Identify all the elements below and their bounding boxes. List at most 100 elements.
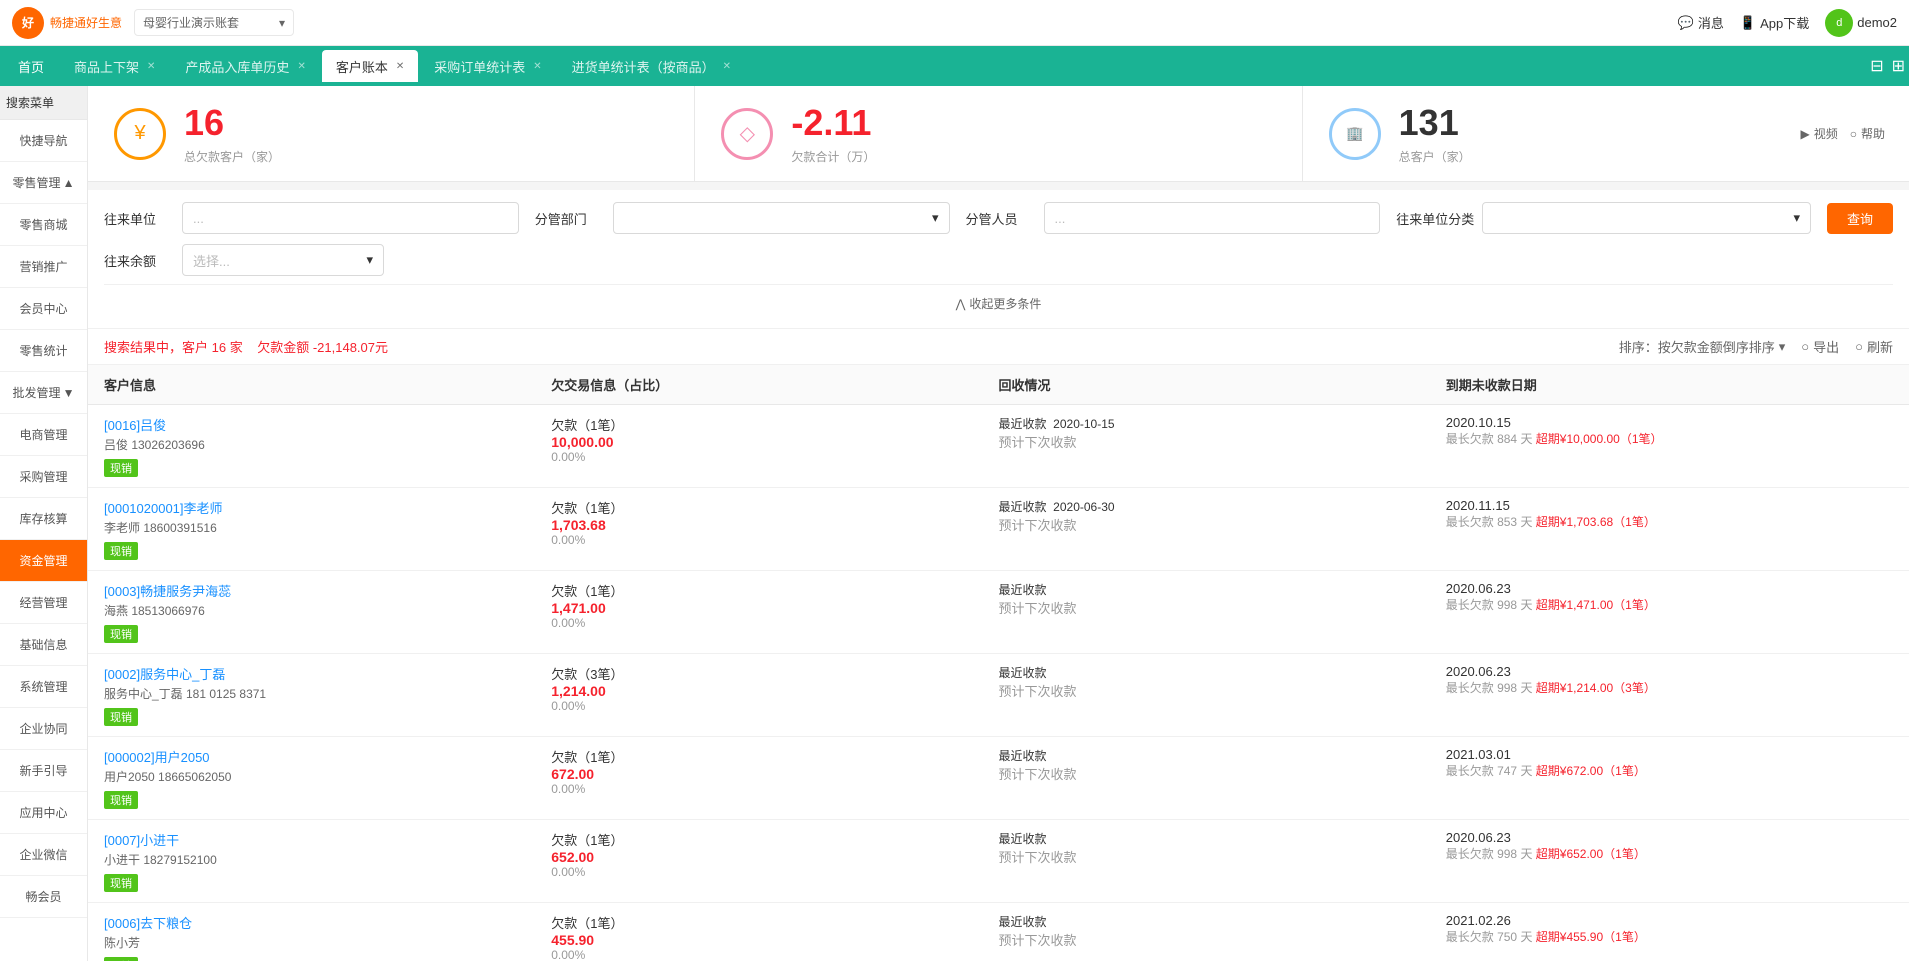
overdue-detail-link[interactable]: 超期¥455.90（1笔）: [1536, 930, 1646, 944]
balance-select[interactable]: 选择... ▾: [182, 244, 384, 276]
header-customer-info: 客户信息: [104, 375, 551, 394]
debt-info-cell: 欠款（3笔） 1,214.00 0.00%: [551, 664, 998, 713]
total-customers-label: 总客户（家）: [1399, 148, 1471, 165]
avatar: d: [1825, 9, 1853, 37]
sidebar-item-retail-mgmt[interactable]: 零售管理 ▲: [0, 162, 87, 204]
logo-icon: 好: [12, 7, 44, 39]
customer-name-link[interactable]: [0001020001]李老师: [104, 501, 223, 516]
customer-name-link[interactable]: [0006]去下粮仓: [104, 916, 192, 931]
sidebar-item-app-center[interactable]: 应用中心: [0, 792, 87, 834]
sidebar-item-search-menu[interactable]: 搜索菜单: [0, 86, 87, 120]
filter-area: 往来单位 ... 分管部门 ▾ 分管人员 ...: [88, 190, 1909, 329]
stat-card-debt-total: ◇ -2.11 欠款合计（万）: [695, 86, 1302, 181]
debt-info-cell: 欠款（1笔） 455.90 0.00%: [551, 913, 998, 961]
export-button[interactable]: ○ 导出: [1801, 337, 1839, 356]
tab-product-online-offline[interactable]: 商品上下架 ✕: [60, 50, 169, 82]
from-unit-input[interactable]: ...: [182, 202, 519, 234]
close-tab-inbound-stats[interactable]: ✕: [723, 61, 731, 72]
tenant-selector[interactable]: 母婴行业演示账套 ▾: [134, 9, 294, 36]
header-collection: 回收情况: [999, 375, 1446, 394]
message-button[interactable]: 💬 消息: [1678, 13, 1724, 32]
refresh-button[interactable]: ○ 刷新: [1855, 337, 1893, 356]
sidebar-item-batch-mgmt[interactable]: 批发管理 ▼: [0, 372, 87, 414]
sidebar-item-ecommerce-mgmt[interactable]: 电商管理: [0, 414, 87, 456]
sidebar-item-new-guide[interactable]: 新手引导: [0, 750, 87, 792]
tab-home[interactable]: 首页: [4, 50, 58, 82]
customer-name-link[interactable]: [0016]吕俊: [104, 418, 166, 433]
tab-product-inbound-history[interactable]: 产成品入库单历史 ✕: [171, 50, 319, 82]
table-row: [0007]小进干 小进干 18279152100 现销 欠款（1笔） 652.…: [88, 820, 1909, 903]
customer-info-cell: [0006]去下粮仓 陈小芳 现销: [104, 913, 551, 961]
customer-tag: 现销: [104, 459, 138, 477]
total-customers-icon: 🏢: [1327, 106, 1383, 162]
message-icon: 💬: [1678, 15, 1694, 31]
customer-info-cell: [0002]服务中心_丁磊 服务中心_丁磊 181 0125 8371 现销: [104, 664, 551, 726]
due-date-cell: 2020.11.15 最长欠款 853 天 超期¥1,703.68（1笔）: [1446, 498, 1893, 530]
collection-cell: 最近收款 预计下次收款: [999, 830, 1446, 866]
dept-select[interactable]: ▾: [613, 202, 950, 234]
sidebar-item-marketing[interactable]: 营销推广: [0, 246, 87, 288]
video-icon: ▶: [1800, 127, 1809, 141]
overdue-detail-link[interactable]: 超期¥652.00（1笔）: [1536, 847, 1646, 861]
sidebar-item-basic-info[interactable]: 基础信息: [0, 624, 87, 666]
collapse-filter-button[interactable]: ⋀ 收起更多条件: [952, 291, 1046, 316]
overdue-detail-link[interactable]: 超期¥10,000.00（1笔）: [1536, 432, 1663, 446]
table-row: [0006]去下粮仓 陈小芳 现销 欠款（1笔） 455.90 0.00% 最近…: [88, 903, 1909, 961]
sidebar-item-member-center[interactable]: 会员中心: [0, 288, 87, 330]
customer-name-link[interactable]: [000002]用户2050: [104, 750, 210, 765]
collection-cell: 最近收款 预计下次收款: [999, 913, 1446, 949]
overdue-detail-link[interactable]: 超期¥672.00（1笔）: [1536, 764, 1646, 778]
customer-info-cell: [0001020001]李老师 李老师 18600391516 现销: [104, 498, 551, 560]
chevron-down-icon: ▾: [1793, 210, 1800, 226]
sidebar-item-quick-nav[interactable]: 快捷导航: [0, 120, 87, 162]
close-tab-purchase-order-stats[interactable]: ✕: [533, 61, 541, 72]
due-date-cell: 2020.06.23 最长欠款 998 天 超期¥1,214.00（3笔）: [1446, 664, 1893, 696]
overdue-detail-link[interactable]: 超期¥1,703.68（1笔）: [1536, 515, 1656, 529]
close-tab-product-online-offline[interactable]: ✕: [147, 61, 155, 72]
sidebar: 搜索菜单 快捷导航 零售管理 ▲ 零售商城 营销推广 会员中心 零售统计 批发管…: [0, 86, 88, 961]
customer-name-link[interactable]: [0003]畅捷服务尹海蕊: [104, 584, 231, 599]
maximize-button[interactable]: ⊞: [1892, 56, 1905, 76]
sidebar-item-purchase-mgmt[interactable]: 采购管理: [0, 456, 87, 498]
sidebar-item-inventory-check[interactable]: 库存核算: [0, 498, 87, 540]
sidebar-item-capital-mgmt[interactable]: 资金管理: [0, 540, 87, 582]
unit-type-select[interactable]: ▾: [1482, 202, 1811, 234]
top-bar: 好 畅捷通好生意 母婴行业演示账套 ▾ 💬 消息 📱 App下载 d demo2: [0, 0, 1909, 46]
person-input[interactable]: ...: [1044, 202, 1381, 234]
result-summary: 搜索结果中，客户 16 家 欠款金额 -21,148.07元: [104, 337, 388, 356]
help-button[interactable]: ○ 帮助: [1850, 125, 1885, 142]
chevron-down-icon: ▾: [932, 210, 939, 226]
sidebar-item-ops-mgmt[interactable]: 经营管理: [0, 582, 87, 624]
tab-purchase-order-stats[interactable]: 采购订单统计表 ✕: [420, 50, 555, 82]
debt-total-label: 欠款合计（万）: [791, 148, 1277, 165]
tab-inbound-stats[interactable]: 进货单统计表（按商品） ✕: [558, 50, 745, 82]
debt-info-cell: 欠款（1笔） 672.00 0.00%: [551, 747, 998, 796]
nav-right-buttons: ⊟ ⊞: [1870, 56, 1905, 76]
help-icon: ○: [1850, 127, 1857, 141]
sort-selector[interactable]: 排序：按欠款金额倒序排序 ▾: [1619, 337, 1786, 356]
user-menu[interactable]: d demo2: [1825, 9, 1897, 37]
sidebar-item-retail-mall[interactable]: 零售商城: [0, 204, 87, 246]
sidebar-item-retail-stats[interactable]: 零售统计: [0, 330, 87, 372]
sidebar-item-enterprise-collab[interactable]: 企业协同: [0, 708, 87, 750]
debt-info-cell: 欠款（1笔） 1,703.68 0.00%: [551, 498, 998, 547]
content-area: ¥ 16 总欠款客户（家） ◇ -2.11 欠款合计（万）: [88, 86, 1909, 961]
video-help-button[interactable]: ▶ 视频: [1800, 125, 1837, 142]
collection-cell: 最近收款 2020-10-15 预计下次收款: [999, 415, 1446, 451]
sidebar-item-enterprise-wechat[interactable]: 企业微信: [0, 834, 87, 876]
close-tab-product-inbound-history[interactable]: ✕: [297, 61, 305, 72]
sidebar-item-member-vip[interactable]: 畅会员: [0, 876, 87, 918]
minimize-button[interactable]: ⊟: [1870, 56, 1883, 76]
customer-name-link[interactable]: [0002]服务中心_丁磊: [104, 667, 225, 682]
sidebar-item-system-mgmt[interactable]: 系统管理: [0, 666, 87, 708]
tab-customer-account[interactable]: 客户账本 ✕: [322, 50, 418, 82]
customer-name-link[interactable]: [0007]小进干: [104, 833, 179, 848]
close-tab-customer-account[interactable]: ✕: [396, 61, 404, 72]
search-button[interactable]: 查询: [1827, 203, 1893, 234]
debt-info-cell: 欠款（1笔） 1,471.00 0.00%: [551, 581, 998, 630]
app-download-button[interactable]: 📱 App下载: [1740, 13, 1809, 32]
overdue-detail-link[interactable]: 超期¥1,214.00（3笔）: [1536, 681, 1656, 695]
top-right-actions: 💬 消息 📱 App下载 d demo2: [1678, 9, 1897, 37]
overdue-detail-link[interactable]: 超期¥1,471.00（1笔）: [1536, 598, 1656, 612]
result-info-bar: 搜索结果中，客户 16 家 欠款金额 -21,148.07元 排序：按欠款金额倒…: [88, 329, 1909, 365]
